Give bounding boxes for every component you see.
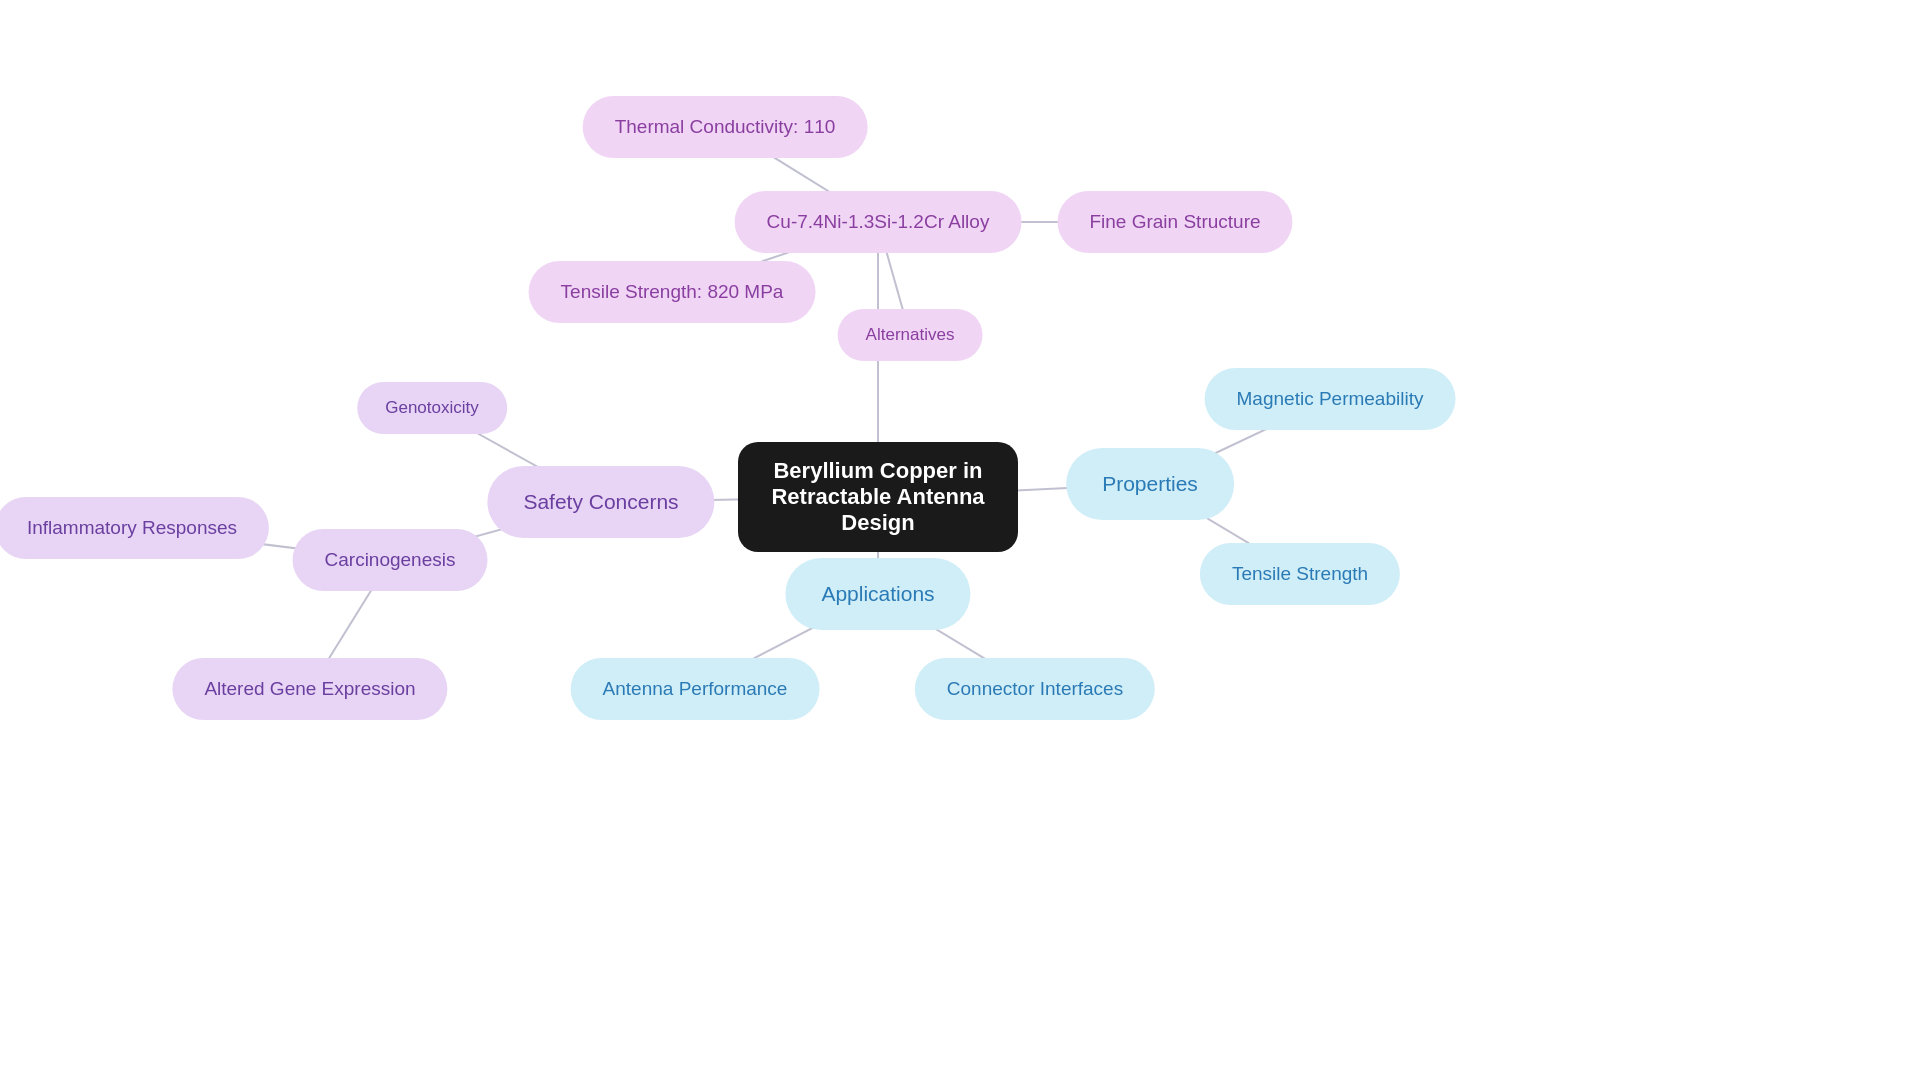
- node-center[interactable]: Beryllium Copper in Retractable Antenna …: [738, 442, 1018, 552]
- node-inflammatoryResponses[interactable]: Inflammatory Responses: [0, 497, 269, 559]
- node-applications[interactable]: Applications: [785, 558, 970, 630]
- node-genotoxicity[interactable]: Genotoxicity: [357, 382, 507, 434]
- node-cuAlloy[interactable]: Cu-7.4Ni-1.3Si-1.2Cr Alloy: [735, 191, 1022, 253]
- node-alternatives[interactable]: Alternatives: [838, 309, 983, 361]
- node-carcinogenesis[interactable]: Carcinogenesis: [293, 529, 488, 591]
- node-thermalConductivity[interactable]: Thermal Conductivity: 110: [583, 96, 868, 158]
- node-magneticPermeability[interactable]: Magnetic Permeability: [1205, 368, 1456, 430]
- node-properties[interactable]: Properties: [1066, 448, 1234, 520]
- node-connectorInterfaces[interactable]: Connector Interfaces: [915, 658, 1155, 720]
- node-tensileStrength[interactable]: Tensile Strength: [1200, 543, 1400, 605]
- node-safetyConcerns[interactable]: Safety Concerns: [487, 466, 714, 538]
- node-alteredGeneExpression[interactable]: Altered Gene Expression: [172, 658, 447, 720]
- node-fineGrain[interactable]: Fine Grain Structure: [1057, 191, 1292, 253]
- node-antennaPerformance[interactable]: Antenna Performance: [571, 658, 820, 720]
- mindmap-container: Beryllium Copper in Retractable Antenna …: [0, 0, 1920, 1083]
- node-tensileStrength820[interactable]: Tensile Strength: 820 MPa: [529, 261, 816, 323]
